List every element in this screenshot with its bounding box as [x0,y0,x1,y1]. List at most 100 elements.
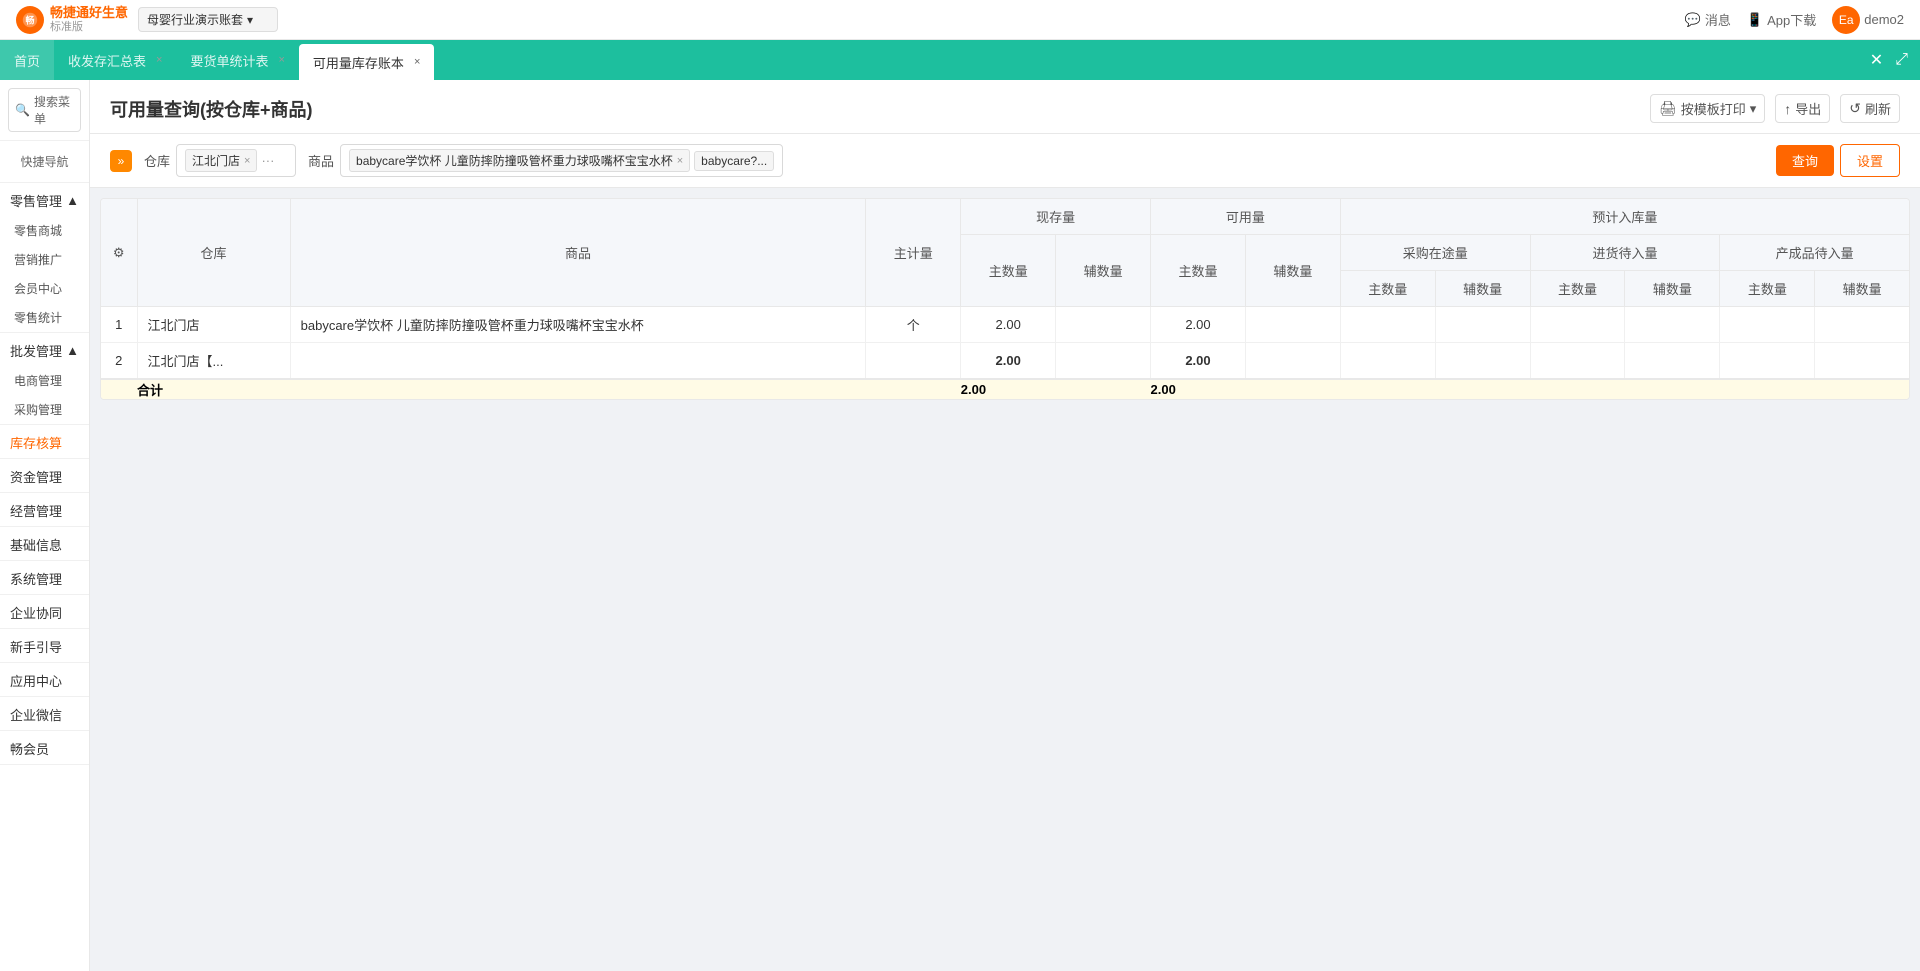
purchase-main-header: 主数量 [1340,271,1435,307]
available-stock-tab-label: 可用量库存账本 [313,53,404,72]
sidebar-item-retail-mall[interactable]: 零售商城 [0,216,89,245]
tab-collection[interactable]: 收发存汇总表 × [54,40,176,80]
sidebar-item-quick-nav[interactable]: 快捷导航 [0,147,89,176]
top-bar: 畅 畅捷通好生意 标准版 母婴行业演示账套 ▾ 💬 消息 📱 App下载 Ea … [0,0,1920,40]
sidebar-section-system: 系统管理 [0,561,89,595]
sidebar-search: 🔍 搜索菜单 [0,80,89,141]
order-stats-tab-label: 要货单统计表 [190,51,268,70]
warehouse-filter-group: 仓库 江北门店 × ··· [144,144,296,177]
sidebar-item-basic[interactable]: 基础信息 [0,527,89,560]
sidebar-item-app-center[interactable]: 应用中心 [0,663,89,696]
row-purchase-aux [1435,343,1530,380]
chevron-down-icon: ▾ [247,13,253,27]
query-button[interactable]: 查询 [1776,145,1834,176]
tab-home[interactable]: 首页 [0,40,54,80]
row-stock-main: 2.00 [961,307,1056,343]
chevron-icon: ▲ [66,193,79,208]
summary-production-main [1720,379,1815,399]
stock-group-header: 现存量 [961,199,1151,235]
sidebar-item-operation[interactable]: 经营管理 [0,493,89,526]
summary-avail-main: 2.00 [1151,379,1246,399]
sidebar-item-member[interactable]: 畅会员 [0,731,89,764]
row-product [290,343,866,380]
summary-avail-aux [1245,379,1340,399]
product-tag-1: babycare学饮杯 儿童防摔防撞吸管杯重力球吸嘴杯宝宝水杯 × [349,149,690,172]
row-production-main [1720,307,1815,343]
row-num: 1 [101,307,137,343]
page-title: 可用量查询(按仓库+商品) [110,96,313,122]
summary-stock-main: 2.00 [961,379,1056,399]
app-download-action[interactable]: 📱 App下载 [1747,10,1816,29]
row-stock-aux [1056,307,1151,343]
user-profile[interactable]: Ea demo2 [1832,6,1904,34]
print-chevron-icon: ▾ [1750,101,1757,117]
product-column-header: 商品 [290,199,866,307]
purchase-group-header: 采购在途量 [1340,235,1530,271]
nav-tabs: 首页 收发存汇总表 × 要货单统计表 × 可用量库存账本 × ✕ ⤢ [0,40,1920,80]
close-window-icon[interactable]: ✕ [1866,50,1887,70]
sidebar-item-marketing[interactable]: 营销推广 [0,245,89,274]
sidebar-section-wholesale-title[interactable]: 批发管理 ▲ [0,333,89,366]
summary-production-aux [1815,379,1909,399]
chevron-down-icon: ▲ [66,343,79,358]
close-available-stock-tab[interactable]: × [414,56,420,68]
top-bar-left: 畅 畅捷通好生意 标准版 母婴行业演示账套 ▾ [16,5,278,34]
sidebar-item-newbie[interactable]: 新手引导 [0,629,89,662]
sidebar-item-ecommerce[interactable]: 电商管理 [0,366,89,395]
data-table: ⚙ 仓库 商品 主计量 现存量 可用量 预计入库量 主数量 辅数量 主数量 [101,199,1909,399]
warehouse-column-header: 仓库 [137,199,290,307]
tab-available-stock[interactable]: 可用量库存账本 × [299,44,434,80]
product-tag-2: babycare?... [694,151,774,171]
message-action[interactable]: 💬 消息 [1685,10,1731,29]
print-button[interactable]: 🖨 按模板打印 ▾ [1650,94,1765,123]
stock-main-header: 主数量 [961,235,1056,307]
settings-column-header[interactable]: ⚙ [101,199,137,307]
warehouse-input[interactable]: 江北门店 × ··· [176,144,296,177]
logo-icon: 畅 [16,6,44,34]
filter-expand-button[interactable]: » [110,150,132,172]
sidebar-item-retail-stats[interactable]: 零售统计 [0,303,89,332]
avail-main-header: 主数量 [1151,235,1246,307]
sidebar-item-enterprise[interactable]: 企业协同 [0,595,89,628]
export-icon: ↑ [1784,101,1791,117]
search-icon: 🔍 [15,103,30,117]
unit-column-header: 主计量 [866,199,961,307]
sidebar-item-system[interactable]: 系统管理 [0,561,89,594]
available-group-header: 可用量 [1151,199,1341,235]
production-aux-header: 辅数量 [1815,271,1909,307]
close-order-stats-tab[interactable]: × [278,54,284,66]
avatar: Ea [1832,6,1860,34]
warehouse-tag: 江北门店 × [185,149,257,172]
row-avail-aux [1245,343,1340,380]
sidebar-section-retail-title[interactable]: 零售管理 ▲ [0,183,89,216]
search-menu-button[interactable]: 🔍 搜索菜单 [8,88,81,132]
sidebar-item-members[interactable]: 会员中心 [0,274,89,303]
product-input[interactable]: babycare学饮杯 儿童防摔防撞吸管杯重力球吸嘴杯宝宝水杯 × babyca… [340,144,783,177]
refresh-button[interactable]: ↺ 刷新 [1840,94,1900,123]
production-main-header: 主数量 [1720,271,1815,307]
sidebar-item-purchase[interactable]: 采购管理 [0,395,89,424]
sidebar-item-enterprise-wechat[interactable]: 企业微信 [0,697,89,730]
sidebar-item-stock[interactable]: 库存核算 [0,425,89,458]
sidebar-section-retail: 零售管理 ▲ 零售商城 营销推广 会员中心 零售统计 [0,183,89,333]
export-button[interactable]: ↑ 导出 [1775,94,1830,123]
sidebar-item-finance[interactable]: 资金管理 [0,459,89,492]
sidebar-section-enterprise: 企业协同 [0,595,89,629]
settings-button[interactable]: 设置 [1840,144,1900,177]
incoming-subgroup-header: 进货待入量 [1530,235,1720,271]
sidebar: 🔍 搜索菜单 快捷导航 零售管理 ▲ 零售商城 营销推广 会员中心 零售统计 批… [0,80,90,971]
maximize-icon[interactable]: ⤢ [1891,51,1912,69]
row-production-aux [1815,307,1909,343]
store-selector[interactable]: 母婴行业演示账套 ▾ [138,7,278,32]
row-num: 2 [101,343,137,380]
close-collection-tab[interactable]: × [156,54,162,66]
content-area: 可用量查询(按仓库+商品) 🖨 按模板打印 ▾ ↑ 导出 ↺ 刷新 [90,80,1920,971]
row-production-main [1720,343,1815,380]
warehouse-ellipsis[interactable]: ··· [261,153,274,168]
row-production-aux [1815,343,1909,380]
tab-order-stats[interactable]: 要货单统计表 × [176,40,298,80]
remove-product-tag-1[interactable]: × [677,155,683,167]
row-incoming-main [1530,343,1625,380]
remove-warehouse-tag[interactable]: × [244,155,250,167]
top-bar-right: 💬 消息 📱 App下载 Ea demo2 [1685,6,1904,34]
